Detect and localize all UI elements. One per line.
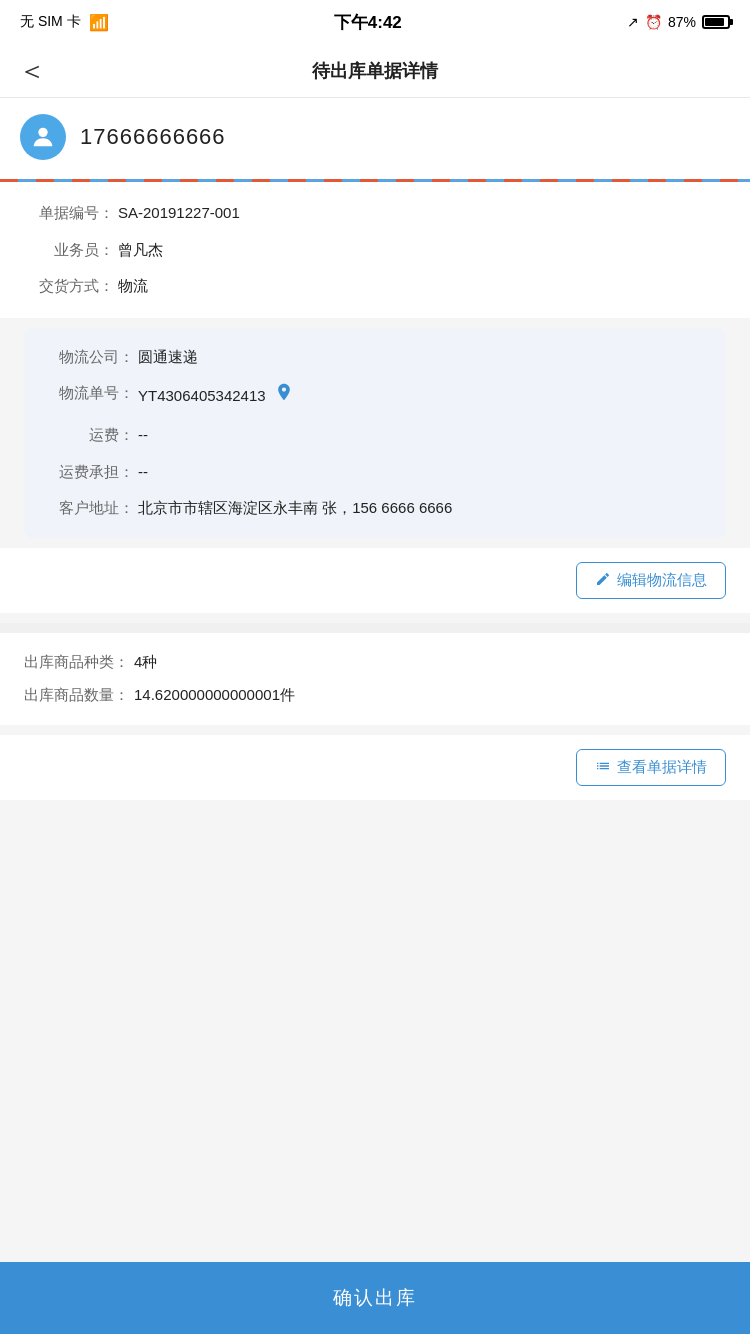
salesman-label: 业务员： xyxy=(24,239,114,262)
view-detail-button[interactable]: 查看单据详情 xyxy=(576,749,726,786)
logistics-company-value: 圆通速递 xyxy=(138,346,706,369)
nav-bar: ＜ 待出库单据详情 xyxy=(0,44,750,98)
alarm-icon: ⏰ xyxy=(645,14,662,30)
tracking-no-row: 物流单号： YT43064053424​13 xyxy=(44,382,706,410)
confirm-button[interactable]: 确认出库 xyxy=(0,1262,750,1334)
page-title: 待出库单据详情 xyxy=(312,59,438,83)
delivery-method-row: 交货方式： 物流 xyxy=(24,275,726,298)
address-label: 客户地址： xyxy=(44,497,134,520)
goods-type-label: 出库商品种类： xyxy=(24,653,134,672)
dashed-divider xyxy=(0,176,750,182)
confirm-label: 确认出库 xyxy=(333,1285,417,1311)
edit-logistics-button[interactable]: 编辑物流信息 xyxy=(576,562,726,599)
section-divider-1 xyxy=(0,623,750,633)
battery-icon xyxy=(702,15,730,29)
location-pin-icon[interactable] xyxy=(274,382,294,410)
delivery-method-label: 交货方式： xyxy=(24,275,114,298)
customer-header: 17666666666 xyxy=(0,98,750,176)
freight-bearer-value: -- xyxy=(138,461,706,484)
salesman-row: 业务员： 曾凡杰 xyxy=(24,239,726,262)
goods-type-value: 4种 xyxy=(134,653,157,672)
content-spacer xyxy=(0,810,750,1010)
goods-quantity-value: 14.620000000000001件 xyxy=(134,686,295,705)
edit-icon xyxy=(595,571,611,590)
freight-value: -- xyxy=(138,424,706,447)
freight-label: 运费： xyxy=(44,424,134,447)
address-row: 客户地址： 北京市市辖区海淀区永丰南 张，156 6666 6666 xyxy=(44,497,706,520)
goods-quantity-row: 出库商品数量： 14.620000000000001件 xyxy=(24,686,726,705)
address-value: 北京市市辖区海淀区永丰南 张，156 6666 6666 xyxy=(138,497,706,520)
carrier-text: 无 SIM 卡 xyxy=(20,13,81,31)
edit-button-row: 编辑物流信息 xyxy=(0,548,750,613)
list-icon xyxy=(595,758,611,777)
content: 17666666666 单据编号： SA-20191227-001 业务员： 曾… xyxy=(0,98,750,1100)
back-button[interactable]: ＜ xyxy=(18,52,46,90)
logistics-company-row: 物流公司： 圆通速递 xyxy=(44,346,706,369)
goods-type-row: 出库商品种类： 4种 xyxy=(24,653,726,672)
status-bar-left: 无 SIM 卡 📶 xyxy=(20,13,109,32)
back-icon: ＜ xyxy=(18,52,46,90)
avatar xyxy=(20,114,66,160)
order-info-section: 单据编号： SA-20191227-001 业务员： 曾凡杰 交货方式： 物流 xyxy=(0,182,750,318)
customer-phone: 17666666666 xyxy=(80,124,226,150)
battery-percent: 87% xyxy=(668,14,696,30)
goods-quantity-label: 出库商品数量： xyxy=(24,686,134,705)
delivery-method-value: 物流 xyxy=(118,275,726,298)
goods-section: 出库商品种类： 4种 出库商品数量： 14.620000000000001件 xyxy=(0,633,750,725)
tracking-no-text: YT43064053424​13 xyxy=(138,385,266,408)
status-bar-time: 下午4:42 xyxy=(334,11,402,34)
logistics-card: 物流公司： 圆通速递 物流单号： YT43064053424​13 运费： --… xyxy=(24,328,726,538)
status-bar-right: ↗ ⏰ 87% xyxy=(627,14,730,30)
tracking-no-label: 物流单号： xyxy=(44,382,134,405)
logistics-company-label: 物流公司： xyxy=(44,346,134,369)
view-detail-row: 查看单据详情 xyxy=(0,735,750,800)
edit-logistics-label: 编辑物流信息 xyxy=(617,571,707,590)
status-bar: 无 SIM 卡 📶 下午4:42 ↗ ⏰ 87% xyxy=(0,0,750,44)
freight-row: 运费： -- xyxy=(44,424,706,447)
location-icon: ↗ xyxy=(627,14,639,30)
svg-point-0 xyxy=(38,128,47,137)
salesman-value: 曾凡杰 xyxy=(118,239,726,262)
document-no-label: 单据编号： xyxy=(24,202,114,225)
document-no-value: SA-20191227-001 xyxy=(118,202,726,225)
freight-bearer-label: 运费承担： xyxy=(44,461,134,484)
wifi-icon: 📶 xyxy=(89,13,109,32)
freight-bearer-row: 运费承担： -- xyxy=(44,461,706,484)
document-no-row: 单据编号： SA-20191227-001 xyxy=(24,202,726,225)
tracking-no-value: YT43064053424​13 xyxy=(138,382,706,410)
view-detail-label: 查看单据详情 xyxy=(617,758,707,777)
person-icon xyxy=(29,123,57,151)
